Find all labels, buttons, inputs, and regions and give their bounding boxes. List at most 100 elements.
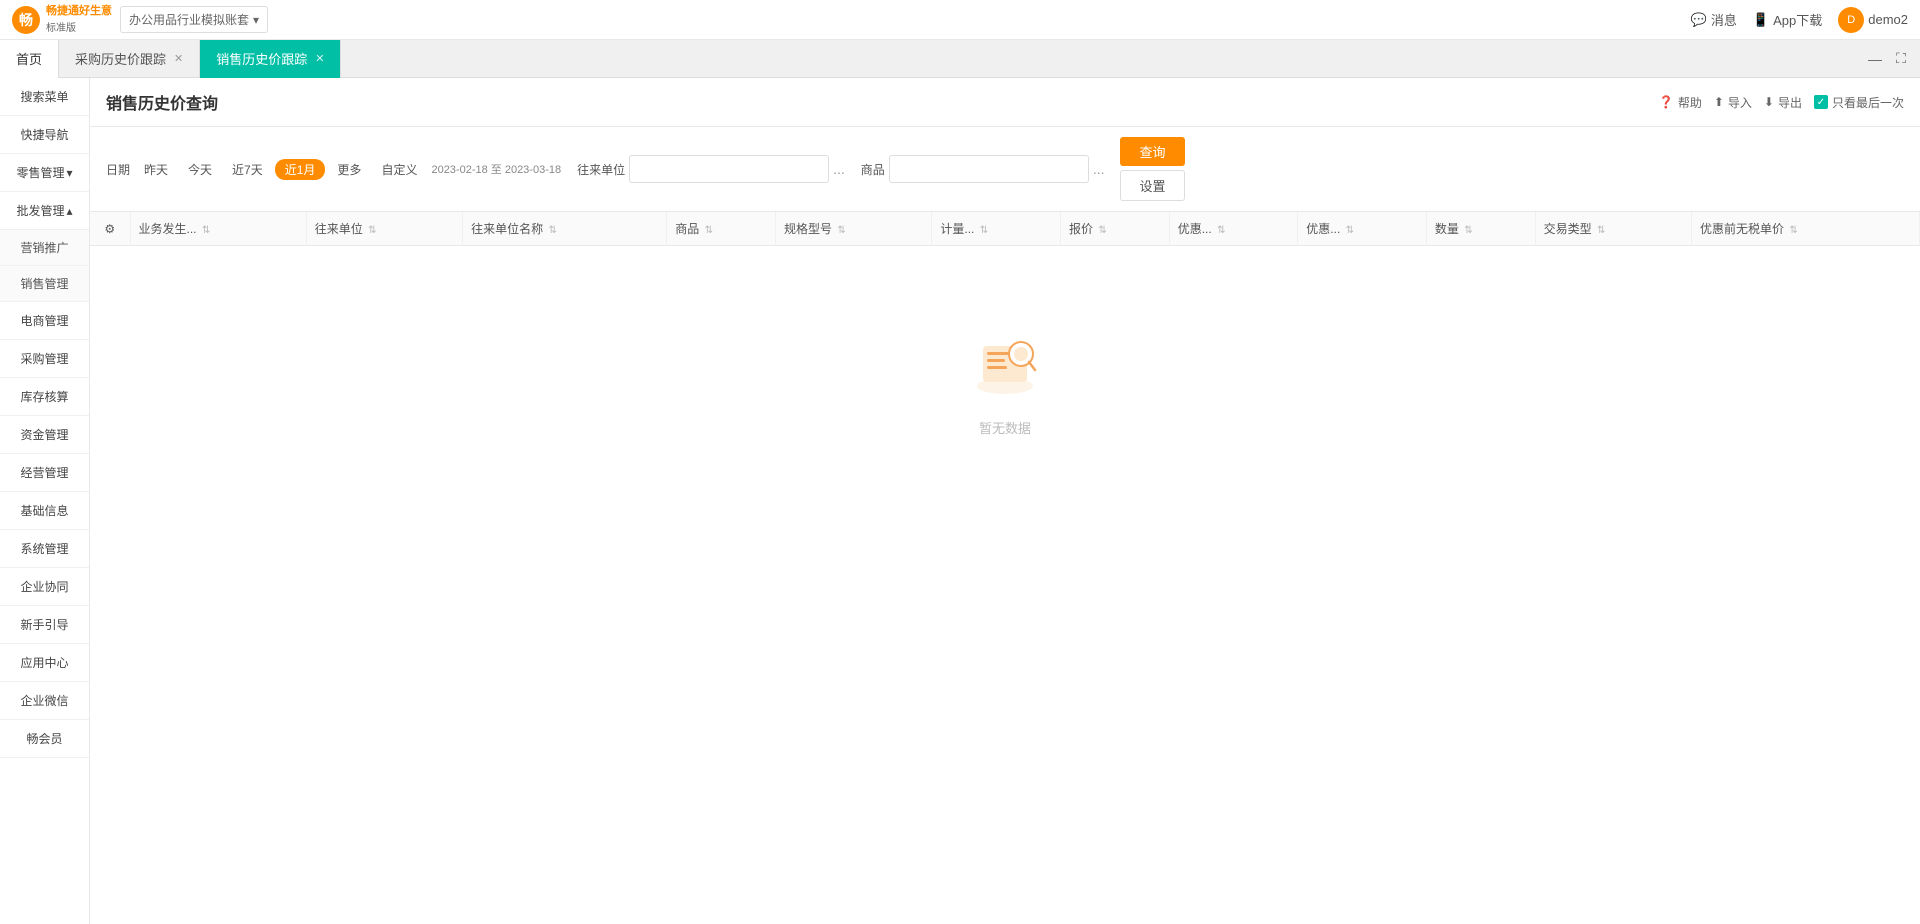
date-range-text: 2023-02-18 至 2023-03-18 xyxy=(431,161,561,177)
top-bar-left: 畅 畅捷通好生意 标准版 办公用品行业模拟账套 ▾ xyxy=(12,5,268,33)
col-unit-code[interactable]: 往来单位 ⇅ xyxy=(306,212,462,246)
corp-wechat-label: 企业微信 xyxy=(20,692,68,709)
date-btn-today[interactable]: 今天 xyxy=(180,159,220,180)
sidebar-item-ops-mgmt[interactable]: 经营管理 xyxy=(0,454,89,492)
sidebar-item-search-menu[interactable]: 搜索菜单 xyxy=(0,78,89,116)
logo-icon: 畅 xyxy=(12,6,40,34)
sidebar-item-ecommerce[interactable]: 电商管理 xyxy=(0,302,89,340)
query-button[interactable]: 查询 xyxy=(1120,137,1184,166)
sidebar-item-wholesale-mgmt[interactable]: 批发管理 ▴ xyxy=(0,192,89,230)
sidebar-item-member[interactable]: 畅会员 xyxy=(0,720,89,758)
avatar: D xyxy=(1838,7,1864,33)
marketing-label: 营销推广 xyxy=(20,241,68,255)
sidebar-item-quick-nav[interactable]: 快捷导航 xyxy=(0,116,89,154)
sidebar-item-system-mgmt[interactable]: 系统管理 xyxy=(0,530,89,568)
top-bar-right: 💬 消息 📱 App下载 D demo2 xyxy=(1691,7,1908,33)
help-btn[interactable]: ❓ 帮助 xyxy=(1659,94,1702,111)
col-spec[interactable]: 规格型号 ⇅ xyxy=(775,212,931,246)
unit-input[interactable] xyxy=(629,155,829,183)
main-layout: 搜索菜单 快捷导航 零售管理 ▾ 批发管理 ▴ 营销推广 销售管理 电商管理 采… xyxy=(0,78,1920,924)
ecommerce-label: 电商管理 xyxy=(20,312,68,329)
date-buttons: 昨天 今天 近7天 近1月 更多 自定义 xyxy=(136,159,425,180)
date-btn-custom[interactable]: 自定义 xyxy=(373,159,425,180)
goods-dots[interactable]: ... xyxy=(1093,161,1105,177)
app-download-btn[interactable]: 📱 App下载 xyxy=(1753,10,1822,29)
sidebar-item-retail-mgmt[interactable]: 零售管理 ▾ xyxy=(0,154,89,192)
search-menu-label: 搜索菜单 xyxy=(20,88,68,105)
goods-filter-group: 商品 ... xyxy=(861,155,1105,183)
date-btn-last7[interactable]: 近7天 xyxy=(224,159,271,180)
sort-icon: ⇅ xyxy=(980,225,988,236)
tab-purchase-history[interactable]: 采购历史价跟踪 ✕ xyxy=(59,40,200,78)
col-biz-date[interactable]: 业务发生... ⇅ xyxy=(130,212,306,246)
maximize-btn[interactable]: ⛶ xyxy=(1890,48,1912,70)
col-pre-tax-price[interactable]: 优惠前无税单价 ⇅ xyxy=(1692,212,1920,246)
table-header-row: ⚙ 业务发生... ⇅ 往来单位 ⇅ 往来单位名称 ⇅ xyxy=(90,212,1920,246)
col-unit[interactable]: 计量... ⇅ xyxy=(932,212,1061,246)
page-title: 销售历史价查询 xyxy=(106,90,218,114)
export-btn[interactable]: ⬇ 导出 xyxy=(1764,94,1802,111)
empty-text: 暂无数据 xyxy=(979,418,1031,437)
import-icon: ⬆ xyxy=(1714,95,1724,109)
logo-area: 畅 畅捷通好生意 标准版 xyxy=(12,5,112,33)
user-profile[interactable]: D demo2 xyxy=(1838,7,1908,33)
col-discount2[interactable]: 优惠... ⇅ xyxy=(1298,212,1427,246)
sort-icon: ⇅ xyxy=(1217,225,1225,236)
import-btn[interactable]: ⬆ 导入 xyxy=(1714,94,1752,111)
date-btn-more[interactable]: 更多 xyxy=(329,159,369,180)
tab-purchase-history-close[interactable]: ✕ xyxy=(174,52,183,65)
inventory-label: 库存核算 xyxy=(20,388,68,405)
guide-label: 新手引导 xyxy=(20,616,68,633)
settings-button[interactable]: 设置 xyxy=(1120,170,1184,201)
col-discount1[interactable]: 优惠... ⇅ xyxy=(1169,212,1298,246)
quick-nav-label: 快捷导航 xyxy=(20,126,68,143)
filter-bar: 日期 昨天 今天 近7天 近1月 更多 自定义 2023-02-18 至 202… xyxy=(90,127,1920,212)
tab-home[interactable]: 首页 xyxy=(0,40,59,78)
message-icon: 💬 xyxy=(1691,12,1707,28)
system-mgmt-label: 系统管理 xyxy=(20,540,68,557)
sort-icon: ⇅ xyxy=(1098,225,1106,236)
minimize-btn[interactable]: — xyxy=(1864,48,1886,70)
tab-bar: 首页 采购历史价跟踪 ✕ 销售历史价跟踪 ✕ — ⛶ xyxy=(0,40,1920,78)
only-last-checkbox[interactable]: ✓ 只看最后一次 xyxy=(1814,94,1904,111)
col-qty[interactable]: 数量 ⇅ xyxy=(1426,212,1535,246)
sort-icon: ⇅ xyxy=(202,225,210,236)
sort-icon: ⇅ xyxy=(549,225,557,236)
enterprise-label: 企业协同 xyxy=(20,578,68,595)
sidebar-item-guide[interactable]: 新手引导 xyxy=(0,606,89,644)
sidebar-item-sales-mgmt[interactable]: 销售管理 xyxy=(0,266,89,302)
sidebar-item-app-center[interactable]: 应用中心 xyxy=(0,644,89,682)
sidebar-item-basic-info[interactable]: 基础信息 xyxy=(0,492,89,530)
sidebar-item-corp-wechat[interactable]: 企业微信 xyxy=(0,682,89,720)
col-unit-name[interactable]: 往来单位名称 ⇅ xyxy=(463,212,667,246)
filter-btn-group: 查询 设置 xyxy=(1120,137,1184,201)
empty-icon xyxy=(965,326,1045,406)
goods-label: 商品 xyxy=(861,161,885,178)
col-goods[interactable]: 商品 ⇅ xyxy=(667,212,776,246)
purchase-label: 采购管理 xyxy=(20,350,68,367)
sidebar-item-enterprise[interactable]: 企业协同 xyxy=(0,568,89,606)
sidebar-item-inventory[interactable]: 库存核算 xyxy=(0,378,89,416)
date-btn-last1month[interactable]: 近1月 xyxy=(275,159,326,180)
sidebar-item-marketing[interactable]: 营销推广 xyxy=(0,230,89,266)
retail-mgmt-label: 零售管理 xyxy=(16,164,64,181)
logo-text: 畅捷通好生意 标准版 xyxy=(46,5,112,33)
col-price[interactable]: 报价 ⇅ xyxy=(1060,212,1169,246)
page-header: 销售历史价查询 ❓ 帮助 ⬆ 导入 ⬇ 导出 ✓ 只看最后一次 xyxy=(90,78,1920,127)
sort-icon: ⇅ xyxy=(1464,225,1472,236)
tab-sales-history[interactable]: 销售历史价跟踪 ✕ xyxy=(200,40,341,78)
date-label: 日期 xyxy=(106,161,130,178)
account-dropdown[interactable]: 办公用品行业模拟账套 ▾ xyxy=(120,6,268,33)
col-trade-type[interactable]: 交易类型 ⇅ xyxy=(1535,212,1691,246)
col-settings[interactable]: ⚙ xyxy=(90,212,130,246)
goods-input[interactable] xyxy=(889,155,1089,183)
unit-dots[interactable]: ... xyxy=(833,161,845,177)
chevron-down-icon: ▾ xyxy=(253,13,259,27)
tab-sales-history-close[interactable]: ✕ xyxy=(315,52,324,65)
sidebar-item-finance[interactable]: 资金管理 xyxy=(0,416,89,454)
message-btn[interactable]: 💬 消息 xyxy=(1691,10,1737,29)
unit-label: 往来单位 xyxy=(577,161,625,178)
sidebar-item-purchase[interactable]: 采购管理 xyxy=(0,340,89,378)
checkbox-icon: ✓ xyxy=(1814,95,1828,109)
date-btn-yesterday[interactable]: 昨天 xyxy=(136,159,176,180)
